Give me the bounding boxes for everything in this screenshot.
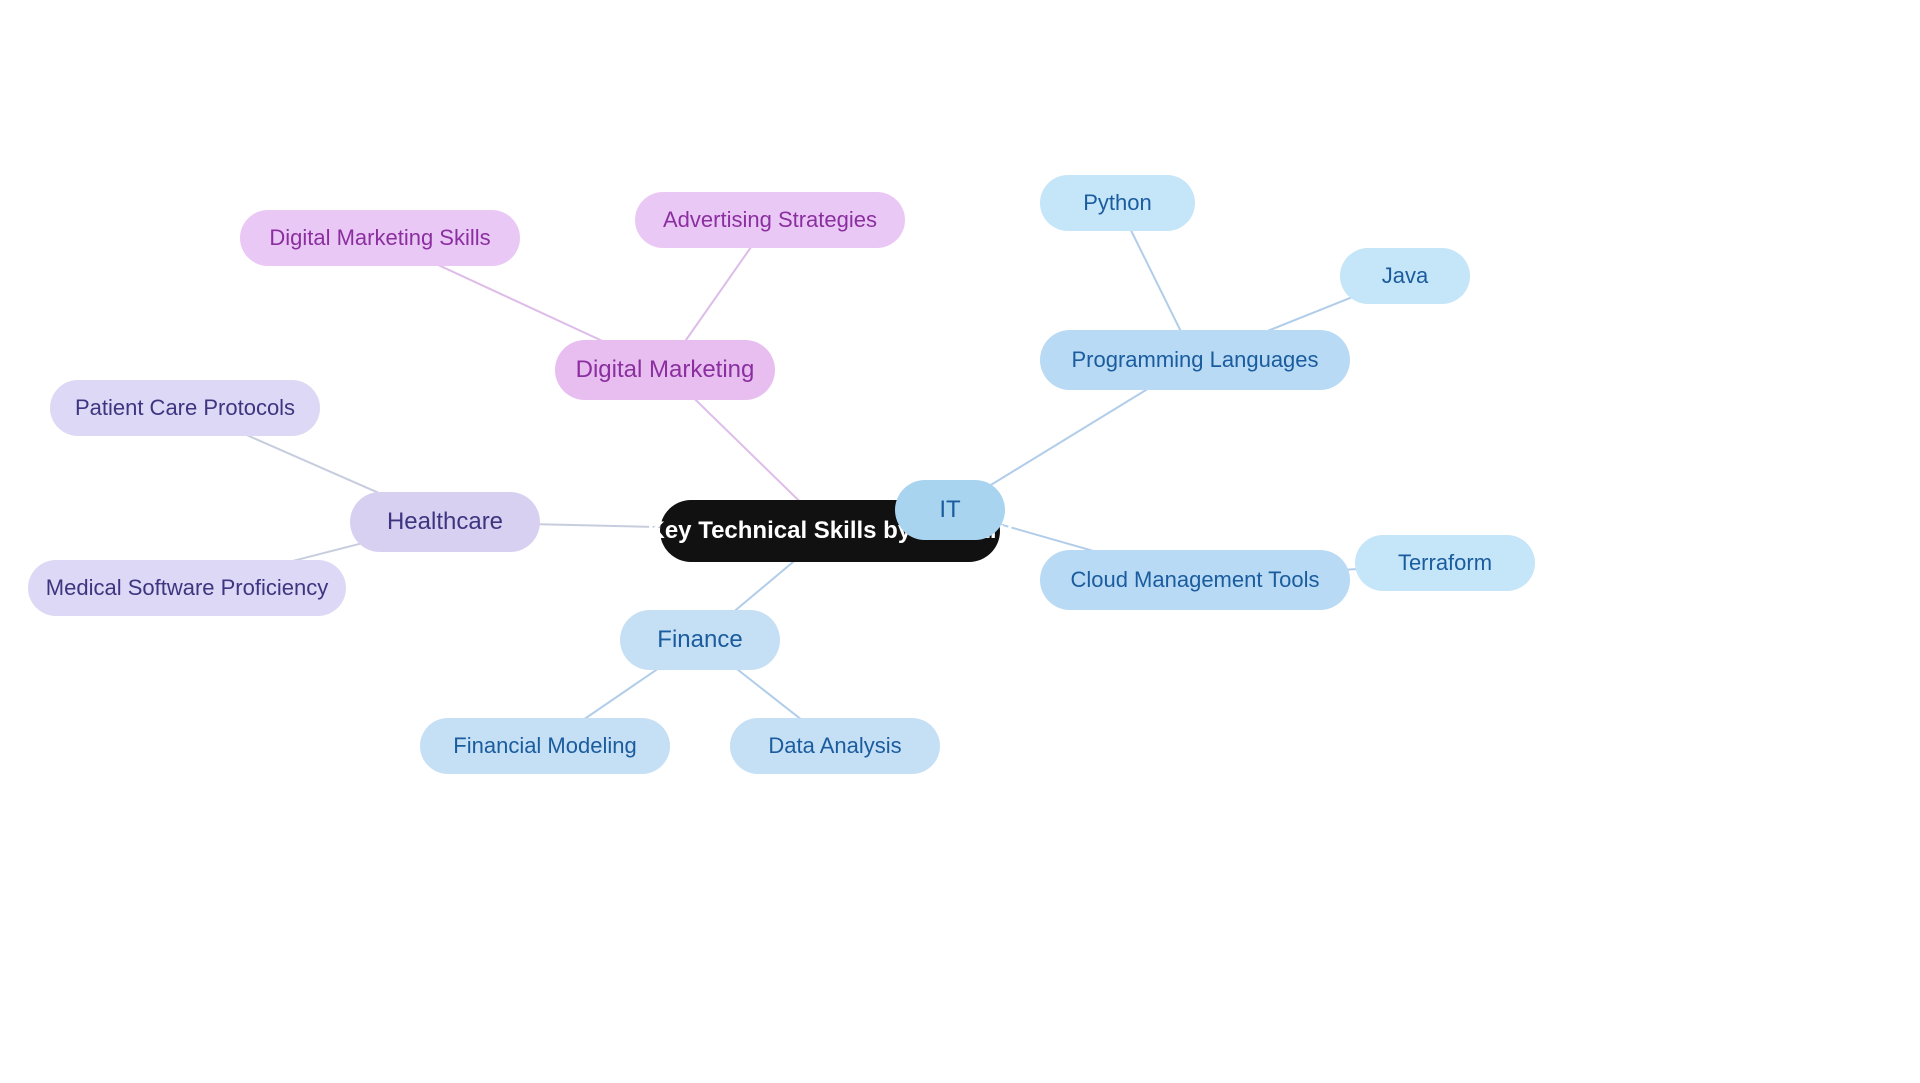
terraform-node: Terraform bbox=[1355, 535, 1535, 591]
healthcare-node: Healthcare bbox=[350, 492, 540, 552]
finance-node: Finance bbox=[620, 610, 780, 670]
digital-marketing-node: Digital Marketing bbox=[555, 340, 775, 400]
java-node: Java bbox=[1340, 248, 1470, 304]
cloud-management-node: Cloud Management Tools bbox=[1040, 550, 1350, 610]
advertising-strategies-node: Advertising Strategies bbox=[635, 192, 905, 248]
python-node: Python bbox=[1040, 175, 1195, 231]
programming-languages-node: Programming Languages bbox=[1040, 330, 1350, 390]
medical-software-node: Medical Software Proficiency bbox=[28, 560, 346, 616]
data-analysis-node: Data Analysis bbox=[730, 718, 940, 774]
financial-modeling-node: Financial Modeling bbox=[420, 718, 670, 774]
patient-care-node: Patient Care Protocols bbox=[50, 380, 320, 436]
digital-marketing-skills-node: Digital Marketing Skills bbox=[240, 210, 520, 266]
it-node: IT bbox=[895, 480, 1005, 540]
